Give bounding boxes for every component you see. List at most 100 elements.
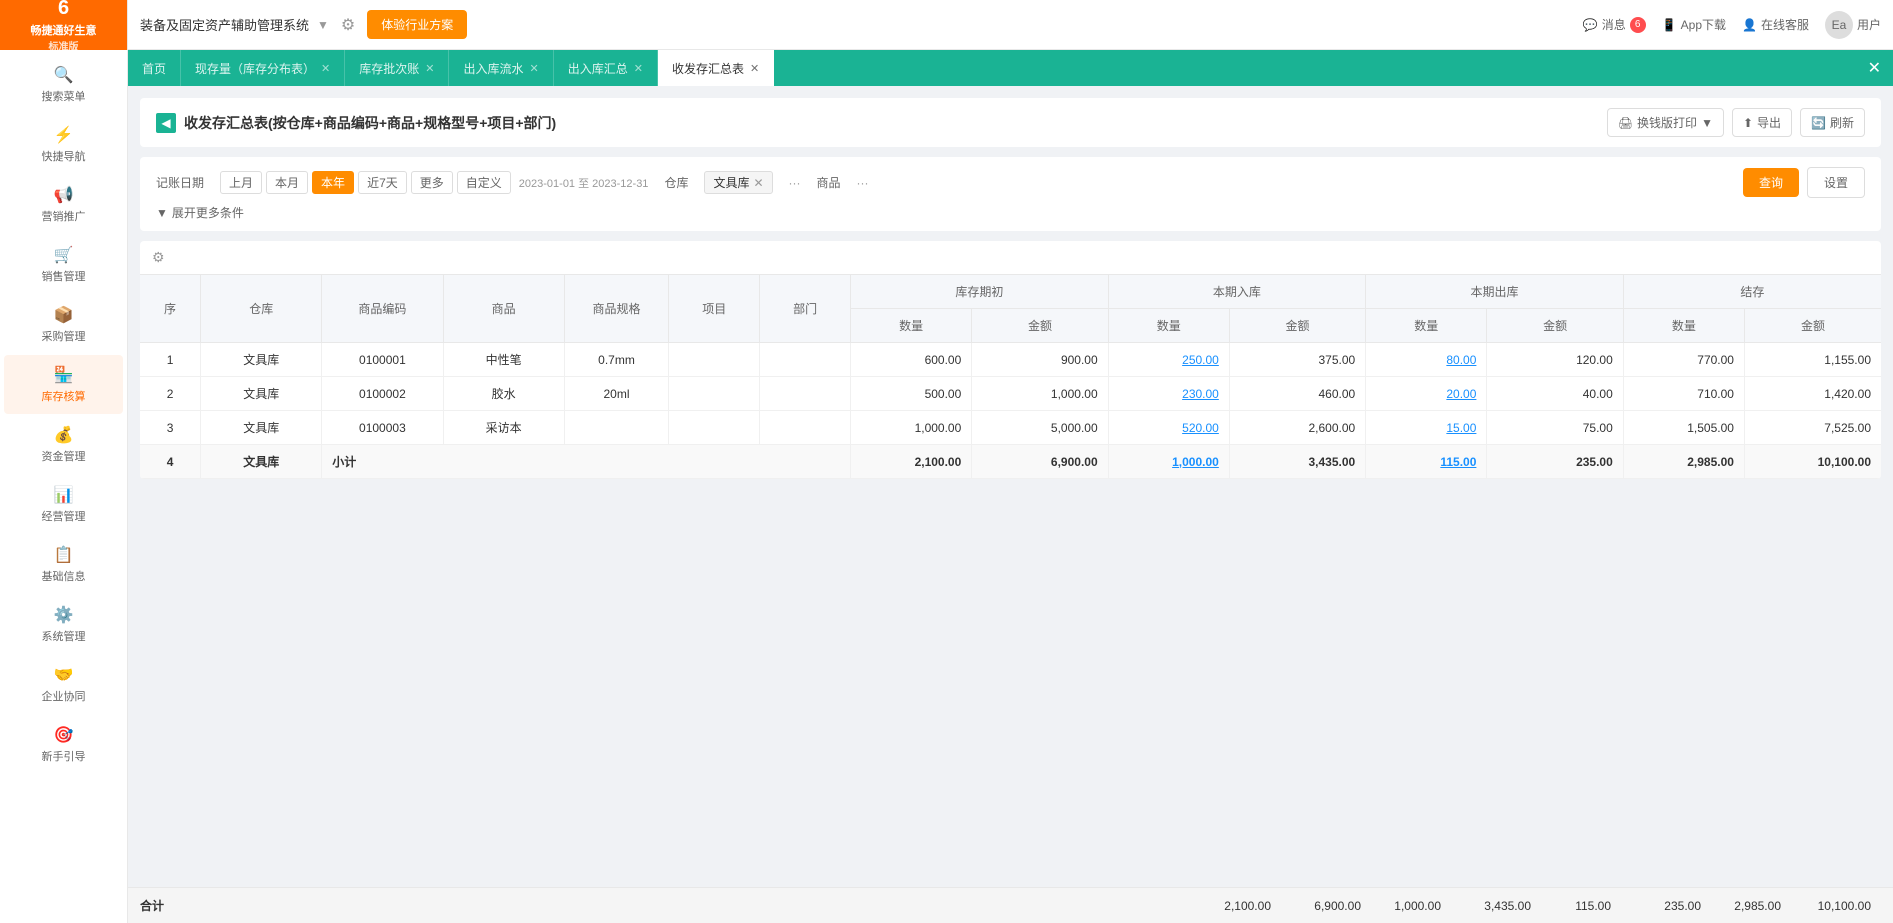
message-btn[interactable]: 💬 消息 6 <box>1583 16 1646 33</box>
filter-bar: 记账日期 上月 本月 本年 近7天 更多 自定义 2023-01-01 至 20… <box>140 157 1881 231</box>
message-badge: 6 <box>1630 17 1646 33</box>
tab-batch-close[interactable]: ✕ <box>425 62 434 75</box>
trial-btn[interactable]: 体验行业方案 <box>367 10 467 39</box>
tab-inout-flow[interactable]: 出入库流水 ✕ <box>449 50 553 86</box>
cell-opening-amt: 5,000.00 <box>972 411 1108 445</box>
cell-out-qty[interactable]: 15.00 <box>1366 411 1487 445</box>
cell-code: 0100002 <box>322 377 443 411</box>
sidebar-item-label: 系统管理 <box>42 628 86 644</box>
warehouse-more-btn[interactable]: ··· <box>789 176 801 190</box>
online-service-btn[interactable]: 👤 在线客服 <box>1742 16 1809 33</box>
content-area: ◀ 收发存汇总表(按仓库+商品编码+商品+规格型号+项目+部门) 🖨 换钱版打印… <box>128 86 1893 491</box>
settings-icon[interactable]: ⚙ <box>337 11 359 39</box>
footer-total: 合计 2,100.00 6,900.00 1,000.00 3,435.00 1… <box>128 887 1893 923</box>
cell-in-qty[interactable]: 230.00 <box>1108 377 1229 411</box>
refresh-btn[interactable]: 🔄 刷新 <box>1800 108 1865 137</box>
search-icon: 🔍 <box>54 65 74 85</box>
tab-inout-flow-close[interactable]: ✕ <box>530 62 539 75</box>
cell-opening-qty: 600.00 <box>851 343 972 377</box>
cell-project <box>669 411 760 445</box>
sidebar-item-inventory[interactable]: 🏪 库存核算 <box>4 355 123 414</box>
cell-in-qty[interactable]: 520.00 <box>1108 411 1229 445</box>
cell-num: 3 <box>140 411 201 445</box>
sidebar-item-system[interactable]: ⚙️ 系统管理 <box>4 595 123 654</box>
cell-name: 采访本 <box>443 411 564 445</box>
cell-out-qty[interactable]: 80.00 <box>1366 343 1487 377</box>
cell-in-amt: 375.00 <box>1229 343 1365 377</box>
date-btn-7days[interactable]: 近7天 <box>358 171 407 194</box>
sidebar-item-label: 快捷导航 <box>42 148 86 164</box>
warehouse-filter-close[interactable]: ✕ <box>753 176 763 190</box>
tab-home[interactable]: 首页 <box>128 50 181 86</box>
date-btn-custom[interactable]: 自定义 <box>457 171 511 194</box>
tab-stock-dist-close[interactable]: ✕ <box>321 62 330 75</box>
date-btn-this-month[interactable]: 本月 <box>266 171 308 194</box>
th-warehouse: 仓库 <box>201 275 322 343</box>
table-settings-icon[interactable]: ⚙ <box>152 249 165 266</box>
logo-text: 畅捷通好生意 <box>31 22 97 38</box>
footer-out-qty: 115.00 <box>1541 899 1621 913</box>
sidebar-item-business[interactable]: 📊 经营管理 <box>4 475 123 534</box>
sidebar-item-sales[interactable]: 🛒 销售管理 <box>4 235 123 294</box>
sidebar-item-finance[interactable]: 💰 资金管理 <box>4 415 123 474</box>
user-area[interactable]: Ea 用户 <box>1825 11 1881 39</box>
date-btn-this-year[interactable]: 本年 <box>312 171 354 194</box>
user-label: 用户 <box>1857 16 1881 33</box>
expand-label: 展开更多条件 <box>172 204 244 221</box>
footer-label: 合计 <box>140 897 164 914</box>
export-btn[interactable]: ⬆ 导出 <box>1732 108 1792 137</box>
tab-inout-summary-close[interactable]: ✕ <box>634 62 643 75</box>
th-out-qty: 数量 <box>1366 309 1487 343</box>
app-logo: 6 畅捷通好生意 标准版 <box>0 0 127 50</box>
date-btn-group: 上月 本月 本年 近7天 更多 自定义 2023-01-01 至 2023-12… <box>220 171 648 194</box>
collapse-btn[interactable]: ◀ <box>156 113 176 133</box>
tab-stock-dist[interactable]: 现存量（库存分布表） ✕ <box>181 50 345 86</box>
cell-in-qty[interactable]: 250.00 <box>1108 343 1229 377</box>
subtotal-out-amt: 235.00 <box>1487 445 1623 479</box>
data-table-container: ⚙ 序 仓库 商品编码 商品 商品规格 项目 部门 库存期初 本期入库 本期出库 <box>140 241 1881 479</box>
close-all-tabs[interactable]: ✕ <box>1856 58 1893 78</box>
th-in-amt: 金额 <box>1229 309 1365 343</box>
tab-recv-send[interactable]: 收发存汇总表 ✕ <box>658 50 774 86</box>
print-btn[interactable]: 🖨 换钱版打印 ▼ <box>1607 108 1724 137</box>
sidebar-item-enterprise[interactable]: 🤝 企业协同 <box>4 655 123 714</box>
cell-out-qty[interactable]: 20.00 <box>1366 377 1487 411</box>
th-balance-amt: 金额 <box>1744 309 1881 343</box>
query-btn[interactable]: 查询 <box>1743 168 1799 197</box>
purchase-icon: 📦 <box>54 305 74 325</box>
sidebar-item-purchase[interactable]: 📦 采购管理 <box>4 295 123 354</box>
tab-batch-label: 库存批次账 <box>359 60 419 77</box>
sidebar-item-basic[interactable]: 📋 基础信息 <box>4 535 123 594</box>
settings-btn[interactable]: 设置 <box>1807 167 1865 198</box>
goods-filter-btn[interactable]: ··· <box>857 176 869 190</box>
app-download-btn[interactable]: 📱 App下载 <box>1662 16 1726 33</box>
sidebar-item-search[interactable]: 🔍 搜索菜单 <box>4 55 123 114</box>
date-label: 记账日期 <box>156 174 204 191</box>
cell-in-amt: 460.00 <box>1229 377 1365 411</box>
subtotal-in-qty[interactable]: 1,000.00 <box>1108 445 1229 479</box>
subtotal-opening-amt: 6,900.00 <box>972 445 1108 479</box>
date-btn-last-month[interactable]: 上月 <box>220 171 262 194</box>
th-opening-qty: 数量 <box>851 309 972 343</box>
dropdown-icon[interactable]: ▼ <box>317 18 329 32</box>
tab-inout-summary[interactable]: 出入库汇总 ✕ <box>554 50 658 86</box>
sidebar-item-marketing[interactable]: 📢 营销推广 <box>4 175 123 234</box>
service-label: 在线客服 <box>1761 16 1809 33</box>
sidebar-item-quick-nav[interactable]: ⚡ 快捷导航 <box>4 115 123 174</box>
date-btn-more[interactable]: 更多 <box>411 171 453 194</box>
cell-name: 胶水 <box>443 377 564 411</box>
expand-conditions-btn[interactable]: ▼ 展开更多条件 <box>156 204 1865 221</box>
table-settings-row: ⚙ <box>140 241 1881 275</box>
subtotal-out-qty[interactable]: 115.00 <box>1366 445 1487 479</box>
th-code: 商品编码 <box>322 275 443 343</box>
sidebar-item-label: 库存核算 <box>42 388 86 404</box>
system-title: 装备及固定资产辅助管理系统 <box>140 15 309 34</box>
enterprise-icon: 🤝 <box>54 665 74 685</box>
cell-code: 0100001 <box>322 343 443 377</box>
message-icon: 💬 <box>1583 18 1598 32</box>
footer-values: 2,100.00 6,900.00 1,000.00 3,435.00 115.… <box>1201 899 1881 913</box>
tab-batch[interactable]: 库存批次账 ✕ <box>345 50 449 86</box>
filter-row-1: 记账日期 上月 本月 本年 近7天 更多 自定义 2023-01-01 至 20… <box>156 167 1865 198</box>
tab-recv-send-close[interactable]: ✕ <box>750 62 759 75</box>
sidebar-item-newbie[interactable]: 🎯 新手引导 <box>4 715 123 774</box>
